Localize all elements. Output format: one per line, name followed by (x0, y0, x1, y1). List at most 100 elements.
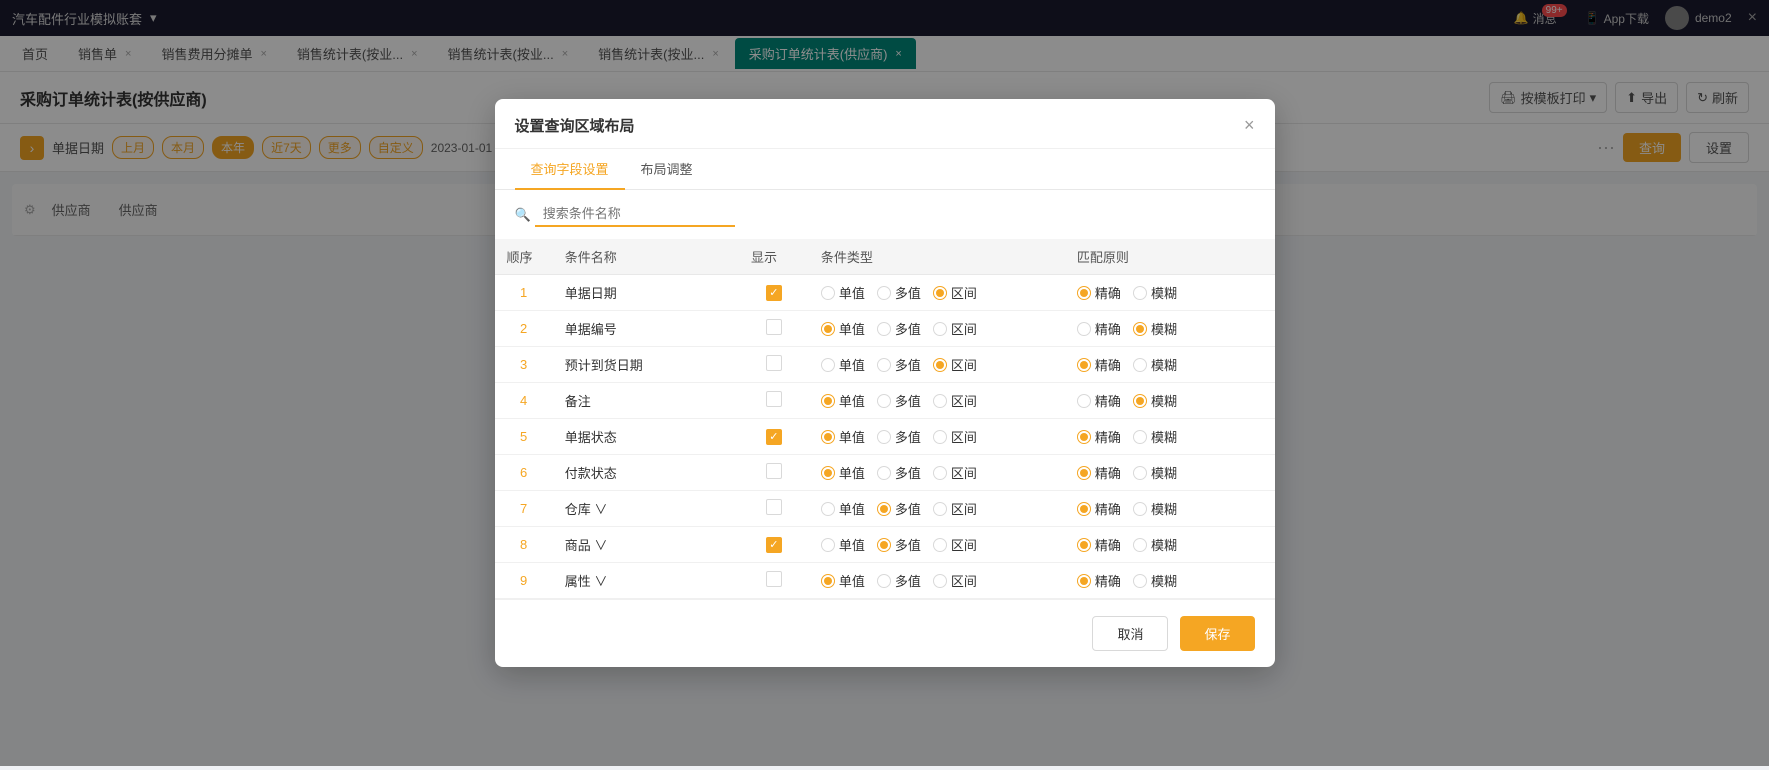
type-single-radio[interactable]: 单值 (821, 535, 865, 554)
type-range-radio-btn[interactable] (933, 430, 947, 444)
match-fuzzy-radio-btn[interactable] (1133, 358, 1147, 372)
type-range-radio[interactable]: 区间 (933, 499, 977, 518)
display-checkbox[interactable] (766, 429, 782, 445)
match-fuzzy-radio[interactable]: 模糊 (1133, 355, 1177, 374)
type-multi-radio-btn[interactable] (877, 358, 891, 372)
type-range-radio-btn[interactable] (933, 322, 947, 336)
match-exact-radio-btn[interactable] (1077, 466, 1091, 480)
type-range-radio[interactable]: 区间 (933, 463, 977, 482)
match-fuzzy-radio[interactable]: 模糊 (1133, 427, 1177, 446)
type-range-radio[interactable]: 区间 (933, 535, 977, 554)
match-exact-radio-btn[interactable] (1077, 502, 1091, 516)
type-single-radio[interactable]: 单值 (821, 499, 865, 518)
match-exact-radio[interactable]: 精确 (1077, 571, 1121, 590)
type-multi-radio-btn[interactable] (877, 394, 891, 408)
match-fuzzy-radio[interactable]: 模糊 (1133, 319, 1177, 338)
type-single-radio-btn[interactable] (821, 466, 835, 480)
cancel-btn[interactable]: 取消 (1092, 616, 1168, 651)
match-fuzzy-radio[interactable]: 模糊 (1133, 283, 1177, 302)
type-single-radio-btn[interactable] (821, 502, 835, 516)
match-fuzzy-radio-btn[interactable] (1133, 538, 1147, 552)
match-fuzzy-radio-btn[interactable] (1133, 430, 1147, 444)
type-multi-radio[interactable]: 多值 (877, 391, 921, 410)
type-multi-radio-btn[interactable] (877, 538, 891, 552)
type-range-radio-btn[interactable] (933, 286, 947, 300)
display-checkbox[interactable] (766, 355, 782, 371)
type-single-radio[interactable]: 单值 (821, 391, 865, 410)
type-multi-radio[interactable]: 多值 (877, 355, 921, 374)
display-checkbox[interactable] (766, 285, 782, 301)
match-fuzzy-radio[interactable]: 模糊 (1133, 535, 1177, 554)
type-single-radio-btn[interactable] (821, 538, 835, 552)
type-single-radio-btn[interactable] (821, 574, 835, 588)
type-multi-radio-btn[interactable] (877, 286, 891, 300)
match-fuzzy-radio[interactable]: 模糊 (1133, 499, 1177, 518)
match-exact-radio-btn[interactable] (1077, 538, 1091, 552)
type-range-radio-btn[interactable] (933, 538, 947, 552)
type-range-radio[interactable]: 区间 (933, 319, 977, 338)
match-fuzzy-radio-btn[interactable] (1133, 502, 1147, 516)
match-exact-radio[interactable]: 精确 (1077, 427, 1121, 446)
display-checkbox[interactable] (766, 391, 782, 407)
type-single-radio[interactable]: 单值 (821, 319, 865, 338)
display-checkbox[interactable] (766, 463, 782, 479)
match-exact-radio-btn[interactable] (1077, 286, 1091, 300)
type-single-radio[interactable]: 单值 (821, 427, 865, 446)
type-range-radio-btn[interactable] (933, 358, 947, 372)
match-exact-radio-btn[interactable] (1077, 322, 1091, 336)
match-fuzzy-radio[interactable]: 模糊 (1133, 463, 1177, 482)
type-range-radio-btn[interactable] (933, 466, 947, 480)
type-single-radio-btn[interactable] (821, 286, 835, 300)
type-multi-radio[interactable]: 多值 (877, 319, 921, 338)
match-exact-radio[interactable]: 精确 (1077, 391, 1121, 410)
type-range-radio[interactable]: 区间 (933, 391, 977, 410)
dialog-tab-layout[interactable]: 布局调整 (625, 149, 709, 190)
match-fuzzy-radio-btn[interactable] (1133, 574, 1147, 588)
type-range-radio-btn[interactable] (933, 574, 947, 588)
type-single-radio-btn[interactable] (821, 358, 835, 372)
match-fuzzy-radio-btn[interactable] (1133, 394, 1147, 408)
type-multi-radio-btn[interactable] (877, 466, 891, 480)
display-checkbox[interactable] (766, 319, 782, 335)
save-btn[interactable]: 保存 (1180, 616, 1254, 651)
type-multi-radio-btn[interactable] (877, 430, 891, 444)
type-multi-radio[interactable]: 多值 (877, 535, 921, 554)
match-exact-radio[interactable]: 精确 (1077, 499, 1121, 518)
dialog-tab-query-fields[interactable]: 查询字段设置 (515, 149, 625, 190)
type-multi-radio[interactable]: 多值 (877, 283, 921, 302)
type-multi-radio-btn[interactable] (877, 574, 891, 588)
match-exact-radio-btn[interactable] (1077, 358, 1091, 372)
match-fuzzy-radio[interactable]: 模糊 (1133, 391, 1177, 410)
display-checkbox[interactable] (766, 499, 782, 515)
type-multi-radio[interactable]: 多值 (877, 463, 921, 482)
match-exact-radio[interactable]: 精确 (1077, 319, 1121, 338)
type-single-radio-btn[interactable] (821, 322, 835, 336)
type-multi-radio[interactable]: 多值 (877, 571, 921, 590)
dialog-search-input[interactable] (535, 202, 735, 227)
match-exact-radio[interactable]: 精确 (1077, 355, 1121, 374)
match-fuzzy-radio-btn[interactable] (1133, 322, 1147, 336)
dialog-close-btn[interactable]: × (1244, 115, 1255, 136)
type-range-radio-btn[interactable] (933, 502, 947, 516)
match-exact-radio-btn[interactable] (1077, 574, 1091, 588)
match-exact-radio[interactable]: 精确 (1077, 463, 1121, 482)
match-exact-radio-btn[interactable] (1077, 430, 1091, 444)
type-single-radio[interactable]: 单值 (821, 571, 865, 590)
match-exact-radio-btn[interactable] (1077, 394, 1091, 408)
type-range-radio[interactable]: 区间 (933, 355, 977, 374)
type-single-radio-btn[interactable] (821, 430, 835, 444)
type-range-radio[interactable]: 区间 (933, 283, 977, 302)
display-checkbox[interactable] (766, 571, 782, 587)
match-fuzzy-radio[interactable]: 模糊 (1133, 571, 1177, 590)
type-range-radio-btn[interactable] (933, 394, 947, 408)
type-single-radio[interactable]: 单值 (821, 283, 865, 302)
match-fuzzy-radio-btn[interactable] (1133, 286, 1147, 300)
type-multi-radio-btn[interactable] (877, 322, 891, 336)
type-single-radio[interactable]: 单值 (821, 355, 865, 374)
match-exact-radio[interactable]: 精确 (1077, 283, 1121, 302)
type-range-radio[interactable]: 区间 (933, 571, 977, 590)
type-multi-radio[interactable]: 多值 (877, 427, 921, 446)
type-multi-radio[interactable]: 多值 (877, 499, 921, 518)
display-checkbox[interactable] (766, 537, 782, 553)
match-fuzzy-radio-btn[interactable] (1133, 466, 1147, 480)
